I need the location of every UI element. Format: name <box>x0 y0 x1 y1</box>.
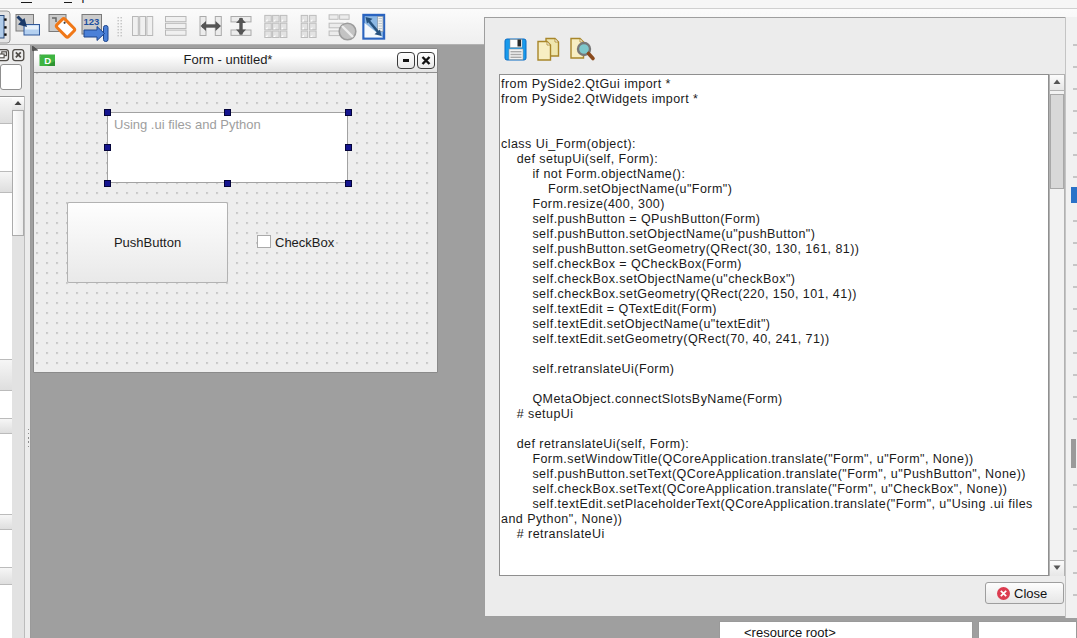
svg-text:123: 123 <box>84 16 100 27</box>
